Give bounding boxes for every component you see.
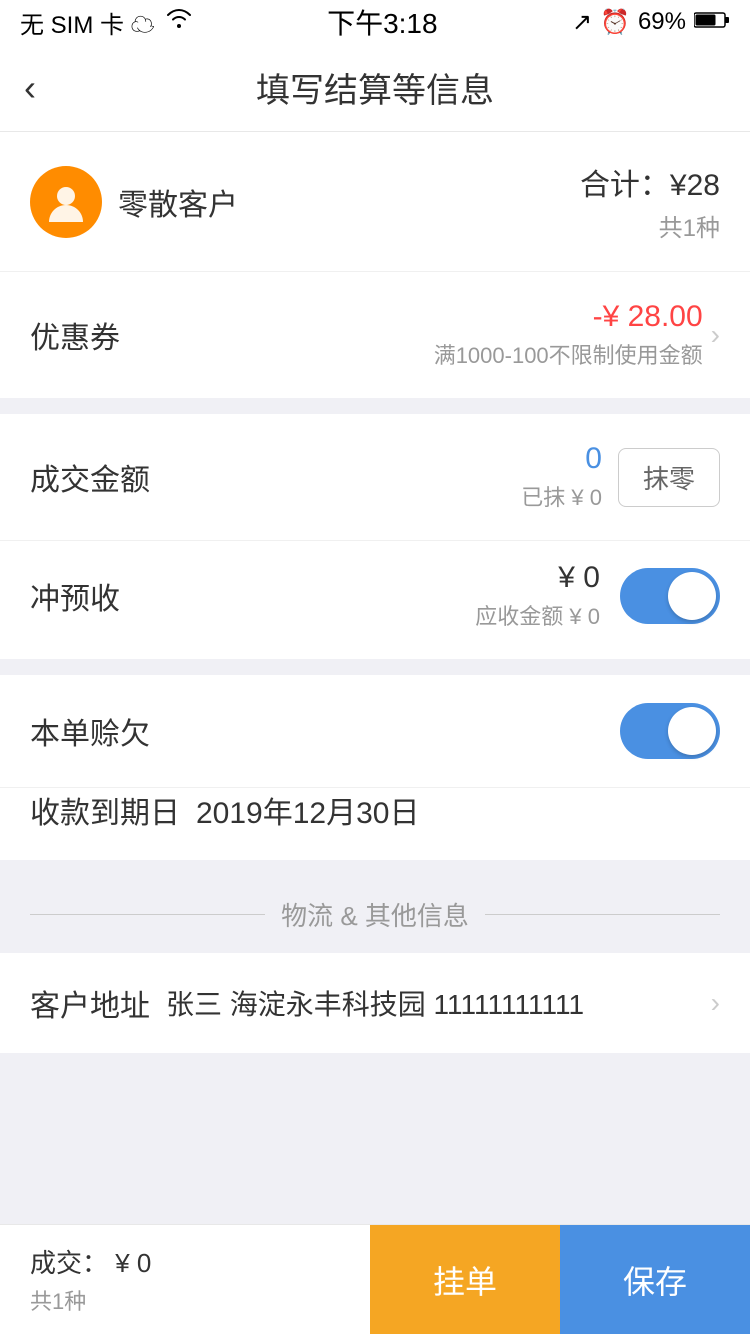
customer-row: 零散客户 合计：¥28 共1种 — [0, 132, 750, 271]
logistics-divider: 物流 & 其他信息 — [0, 876, 750, 953]
status-time: 下午3:18 — [327, 2, 438, 42]
content: 零散客户 合计：¥28 共1种 优惠券 -¥ 28.00 满1000-100不限… — [0, 132, 750, 1189]
alarm-icon: ⏰ — [600, 8, 630, 37]
precollect-amounts: ¥ 0 应收金额 ¥ 0 — [475, 561, 600, 631]
wifi-icon — [165, 8, 193, 37]
hold-button[interactable]: 挂单 — [370, 1225, 560, 1334]
bottom-deal-row: 成交： ¥ 0 — [30, 1243, 340, 1280]
bottom-summary: 成交： ¥ 0 共1种 — [0, 1243, 370, 1316]
page-title: 填写结算等信息 — [256, 63, 494, 112]
coupon-right: -¥ 28.00 满1000-100不限制使用金额 › — [434, 300, 720, 370]
transaction-label: 成交金额 — [30, 455, 150, 499]
customer-avatar — [30, 166, 102, 238]
address-label: 客户地址 — [30, 981, 150, 1025]
round-button[interactable]: 抹零 — [618, 448, 720, 507]
logistics-label: 物流 & 其他信息 — [281, 896, 469, 933]
customer-count: 共1种 — [580, 208, 720, 243]
divider-line-left — [30, 914, 265, 915]
due-date-label: 收款到期日 — [30, 788, 180, 832]
bottom-deal-label: 成交： — [30, 1248, 108, 1278]
status-right: ↗ ⏰ 69% — [572, 8, 730, 37]
status-bar: 无 SIM 卡 ☁ 下午3:18 ↗ ⏰ 69% — [0, 0, 750, 44]
address-chevron-icon: › — [711, 987, 720, 1019]
bottom-deal-amount: ¥ 0 — [115, 1248, 151, 1278]
coupon-info: -¥ 28.00 满1000-100不限制使用金额 — [434, 300, 703, 370]
save-button[interactable]: 保存 — [560, 1225, 750, 1334]
battery-icon — [694, 8, 730, 36]
customer-left: 零散客户 — [30, 166, 238, 238]
back-button[interactable]: ‹ — [24, 67, 36, 109]
transaction-amount-col: 0 已抹 ¥ 0 — [521, 442, 602, 512]
precollect-label: 冲预收 — [30, 574, 120, 618]
transaction-amount-value: 0 — [521, 442, 602, 476]
coupon-desc: 满1000-100不限制使用金额 — [434, 338, 703, 370]
due-date-value: 2019年12月30日 — [196, 788, 419, 832]
battery-label: 69% — [638, 8, 686, 36]
transaction-right: 0 已抹 ¥ 0 抹零 — [521, 442, 720, 512]
credit-toggle-knob — [668, 707, 716, 755]
customer-right: 合计：¥28 共1种 — [580, 160, 720, 243]
address-row[interactable]: 客户地址 张三 海淀永丰科技园 11111111111 › — [0, 953, 750, 1053]
coupon-row[interactable]: 优惠券 -¥ 28.00 满1000-100不限制使用金额 › — [0, 271, 750, 398]
credit-label: 本单赊欠 — [30, 709, 150, 753]
location-icon: ↗ — [572, 8, 592, 37]
nav-bar: ‹ 填写结算等信息 — [0, 44, 750, 132]
chevron-right-icon: › — [711, 319, 720, 351]
precollect-toggle[interactable] — [620, 568, 720, 624]
credit-row: 本单赊欠 — [0, 675, 750, 787]
address-section: 客户地址 张三 海淀永丰科技园 11111111111 › — [0, 953, 750, 1053]
precollect-main-amount: ¥ 0 — [475, 561, 600, 595]
toggle-knob — [668, 572, 716, 620]
address-value: 张三 海淀永丰科技园 11111111111 — [150, 983, 711, 1023]
credit-toggle[interactable] — [620, 703, 720, 759]
precollect-sub-amount: 应收金额 ¥ 0 — [475, 599, 600, 631]
precollect-row: 冲预收 ¥ 0 应收金额 ¥ 0 — [0, 540, 750, 659]
bottom-bar: 成交： ¥ 0 共1种 挂单 保存 — [0, 1224, 750, 1334]
precollect-right: ¥ 0 应收金额 ¥ 0 — [475, 561, 720, 631]
coupon-discount: -¥ 28.00 — [434, 300, 703, 334]
status-left: 无 SIM 卡 ☁ — [20, 5, 193, 40]
transaction-row: 成交金额 0 已抹 ¥ 0 抹零 — [0, 414, 750, 540]
transaction-section: 成交金额 0 已抹 ¥ 0 抹零 冲预收 ¥ 0 应收金额 ¥ 0 — [0, 414, 750, 659]
customer-total: 合计：¥28 — [580, 160, 720, 204]
divider-line-right — [485, 914, 720, 915]
bottom-count: 共1种 — [30, 1284, 340, 1316]
sim-label: 无 SIM 卡 ☁ — [20, 5, 155, 40]
due-date-row: 收款到期日 2019年12月30日 — [0, 787, 750, 860]
customer-section: 零散客户 合计：¥28 共1种 优惠券 -¥ 28.00 满1000-100不限… — [0, 132, 750, 398]
credit-section: 本单赊欠 收款到期日 2019年12月30日 — [0, 675, 750, 860]
coupon-label: 优惠券 — [30, 313, 120, 357]
customer-name: 零散客户 — [118, 180, 238, 224]
transaction-amount-sub: 已抹 ¥ 0 — [521, 480, 602, 512]
